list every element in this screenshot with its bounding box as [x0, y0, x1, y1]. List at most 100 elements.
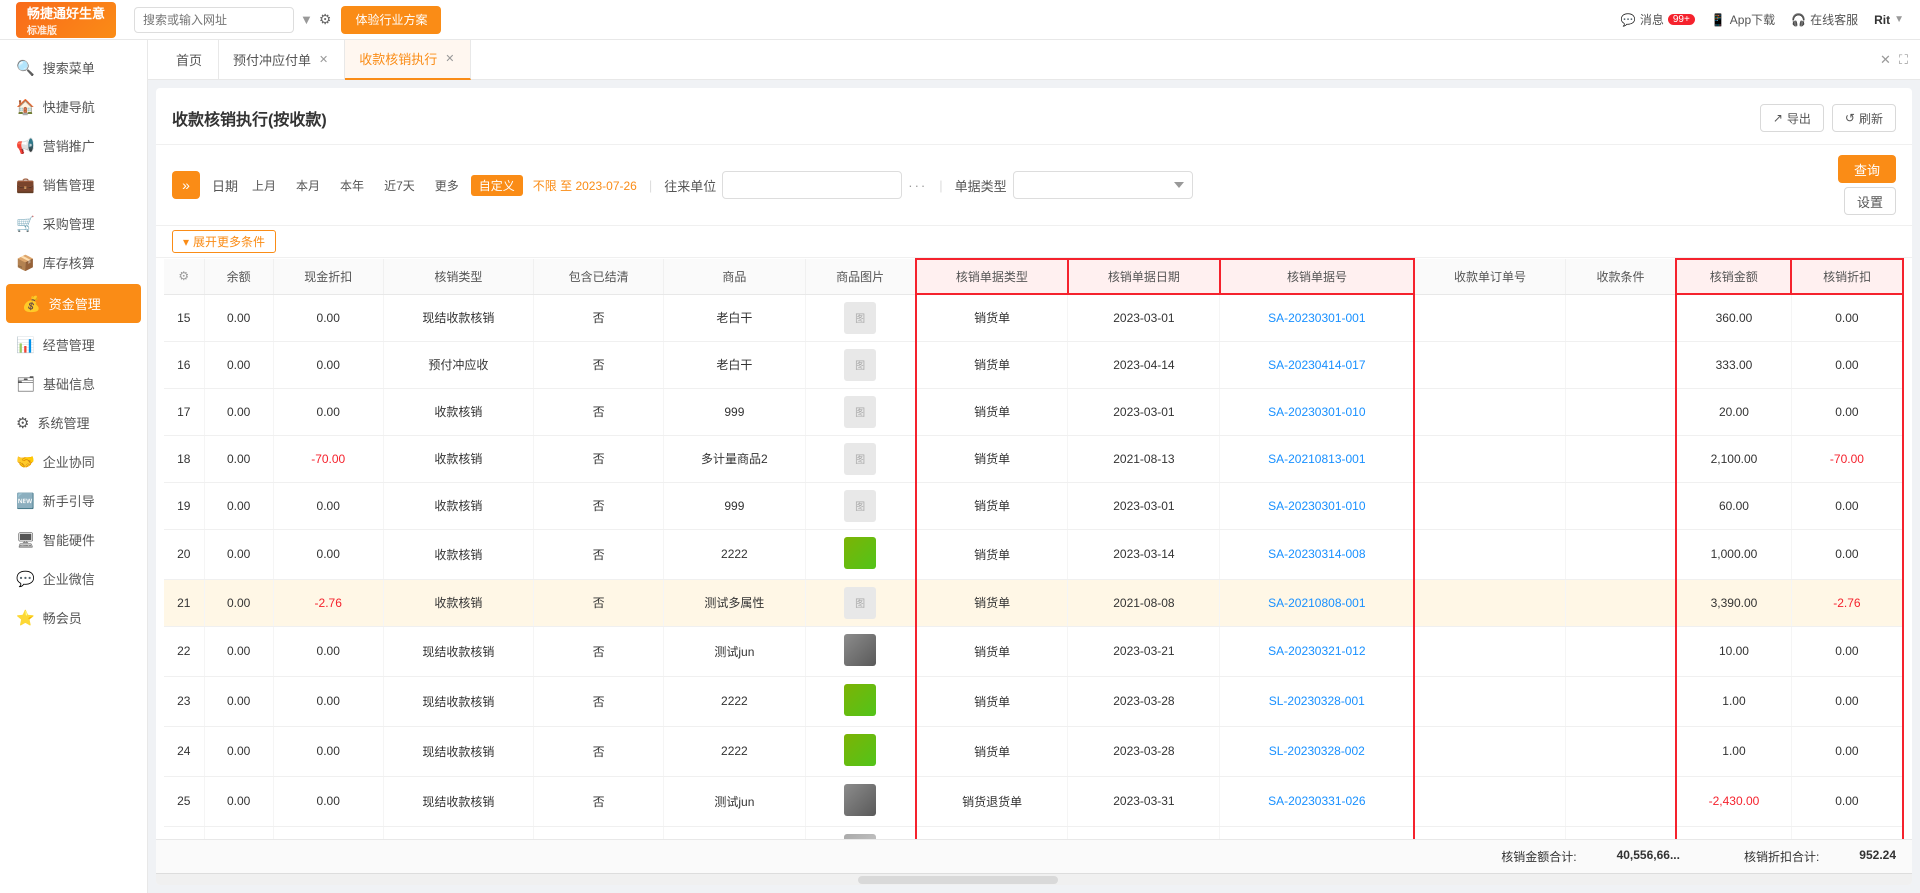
sidebar-item-system[interactable]: ⚙ 系统管理	[0, 403, 147, 442]
refresh-btn[interactable]: ↺ 刷新	[1832, 104, 1896, 132]
col-header-writeoff-discount: 核销折扣	[1791, 259, 1903, 294]
cell-balance: 0.00	[204, 294, 273, 341]
sidebar-item-purchase[interactable]: 🛒 采购管理	[0, 204, 147, 243]
sidebar-item-hardware[interactable]: 🖥 智能硬件	[0, 520, 147, 559]
online-support-btn[interactable]: 🎧 在线客服	[1791, 11, 1858, 28]
filter-opt-custom[interactable]: 自定义	[471, 175, 523, 196]
top-bar-right: 💬 消息 99+ 📱 App下载 🎧 在线客服 Rit ▼	[1621, 11, 1904, 28]
tab-maximize-icon[interactable]: ⛶	[1899, 52, 1908, 68]
col-header-writeoff-amount: 核销金额	[1676, 259, 1791, 294]
query-btn[interactable]: 查询	[1838, 155, 1896, 183]
sidebar-item-finance[interactable]: 💰 资金管理	[6, 284, 141, 323]
cell-include-settled: 否	[534, 435, 664, 482]
settings-icon[interactable]: ⚙	[319, 11, 332, 28]
message-btn[interactable]: 💬 消息 99+	[1621, 11, 1695, 28]
sidebar-item-quick-nav[interactable]: 🏠 快捷导航	[0, 87, 147, 126]
dropdown-icon[interactable]: ▼	[300, 12, 313, 27]
tab-receipt-writeoff[interactable]: 收款核销执行 ✕	[345, 40, 471, 80]
cell-bill-date: 2022-04-14	[1068, 826, 1220, 839]
filter-counterpart-group: 往来单位 ···	[664, 171, 927, 199]
bill-no-link[interactable]: SA-20210808-001	[1268, 596, 1365, 610]
row-number: 21	[164, 579, 204, 626]
cell-cash-discount: 0.00	[273, 826, 383, 839]
user-menu[interactable]: Rit ▼	[1874, 13, 1904, 27]
bill-no-link[interactable]: SA-20230321-012	[1268, 644, 1365, 658]
filter-opt-7days[interactable]: 近7天	[376, 175, 423, 196]
cell-balance: 0.00	[204, 726, 273, 776]
tab-prepay[interactable]: 预付冲应付单 ✕	[219, 40, 345, 80]
url-bar[interactable]	[134, 7, 294, 33]
filter-opt-this-year[interactable]: 本年	[332, 175, 372, 196]
bill-no-link[interactable]: SA-20230314-008	[1268, 547, 1365, 561]
tab-prepay-close[interactable]: ✕	[317, 51, 330, 68]
filter-date-range: 不限 至 2023-07-26	[533, 177, 637, 194]
cell-writeoff-discount: 0.00	[1791, 726, 1903, 776]
sidebar-item-marketing[interactable]: 📢 营销推广	[0, 126, 147, 165]
bill-no-link[interactable]: SL-20230328-001	[1269, 694, 1365, 708]
row-number: 18	[164, 435, 204, 482]
filter-opt-this-month[interactable]: 本月	[288, 175, 328, 196]
row-number: 24	[164, 726, 204, 776]
cell-product: 测试jun	[664, 776, 805, 826]
sidebar-label-system: 系统管理	[37, 413, 89, 432]
bill-no-link[interactable]: SA-20230331-026	[1268, 794, 1365, 808]
cell-product: 2222	[664, 529, 805, 579]
setting-btn[interactable]: 设置	[1844, 187, 1896, 215]
sidebar-item-search[interactable]: 🔍 搜索菜单	[0, 48, 147, 87]
cell-bill-type: 销货单	[916, 826, 1068, 839]
table-wrapper[interactable]: ⚙ 余额 现金折扣 核销类型 包含已结清 商品 商品图片 核销单据类型 核销单据…	[156, 258, 1912, 839]
filter-opt-more[interactable]: 更多	[427, 175, 467, 196]
sidebar-item-inventory[interactable]: 📦 库存核算	[0, 243, 147, 282]
cell-balance: 0.00	[204, 388, 273, 435]
row-number: 26	[164, 826, 204, 839]
col-header-settings[interactable]: ⚙	[164, 259, 204, 294]
tab-home[interactable]: 首页	[160, 40, 219, 80]
filter-bill-type-select[interactable]	[1013, 171, 1193, 199]
cell-writeoff-amount: 20.00	[1676, 388, 1791, 435]
bill-no-link[interactable]: SL-20230328-002	[1269, 744, 1365, 758]
cell-cash-discount: 0.00	[273, 676, 383, 726]
sidebar-item-basic[interactable]: 🗂 基础信息	[0, 364, 147, 403]
cell-cash-discount: 0.00	[273, 529, 383, 579]
notification-badge: 99+	[1668, 14, 1695, 25]
sidebar-item-member[interactable]: ⭐ 畅会员	[0, 598, 147, 637]
cell-bill-date: 2023-03-28	[1068, 676, 1220, 726]
expand-down-icon: ▾	[183, 235, 189, 249]
bill-no-link[interactable]: SA-20210813-001	[1268, 452, 1365, 466]
table-body: 150.000.00现结收款核销否老白干图销货单2023-03-01SA-202…	[164, 294, 1903, 839]
filter-counterpart-input[interactable]	[722, 171, 902, 199]
export-btn[interactable]: ↗ 导出	[1760, 104, 1824, 132]
cell-bill-date: 2021-08-13	[1068, 435, 1220, 482]
industry-solution-btn[interactable]: 体验行业方案	[341, 6, 441, 34]
bill-no-link[interactable]: SA-20230301-001	[1268, 311, 1365, 325]
cell-include-settled: 否	[534, 294, 664, 341]
column-settings-icon[interactable]: ⚙	[178, 269, 189, 283]
bill-no-link[interactable]: SA-20230301-010	[1268, 499, 1365, 513]
bill-no-link[interactable]: SA-20230414-017	[1268, 358, 1365, 372]
filter-opt-last-month[interactable]: 上月	[244, 175, 284, 196]
bill-no-link[interactable]: SA-20230301-010	[1268, 405, 1365, 419]
horizontal-scrollbar[interactable]	[156, 873, 1912, 885]
cell-bill-no: SA-20230331-026	[1220, 776, 1414, 826]
scrollbar-thumb[interactable]	[858, 876, 1058, 884]
filter-counterpart-dots[interactable]: ···	[908, 178, 927, 193]
marketing-icon: 📢	[16, 137, 35, 155]
tab-close-all-icon[interactable]: ✕	[1880, 52, 1891, 68]
sidebar-item-wechat[interactable]: 💬 企业微信	[0, 559, 147, 598]
tab-receipt-writeoff-close[interactable]: ✕	[443, 50, 456, 67]
sidebar-item-corp[interactable]: 🤝 企业协同	[0, 442, 147, 481]
footer-discount-value: 952.24	[1859, 848, 1896, 865]
filter-toggle-btn[interactable]: »	[172, 171, 200, 199]
tab-controls: ✕ ⛶	[1880, 52, 1908, 68]
sidebar-label-hardware: 智能硬件	[43, 530, 95, 549]
sidebar-label-management: 经营管理	[43, 335, 95, 354]
sales-icon: 💼	[16, 176, 35, 194]
sidebar-item-sales[interactable]: 💼 销售管理	[0, 165, 147, 204]
cell-include-settled: 否	[534, 482, 664, 529]
sidebar-item-guide[interactable]: 🆕 新手引导	[0, 481, 147, 520]
table-header-row: ⚙ 余额 现金折扣 核销类型 包含已结清 商品 商品图片 核销单据类型 核销单据…	[164, 259, 1903, 294]
app-download-btn[interactable]: 📱 App下载	[1711, 11, 1775, 28]
table-row: 190.000.00收款核销否999图销货单2023-03-01SA-20230…	[164, 482, 1903, 529]
sidebar-item-management[interactable]: 📊 经营管理	[0, 325, 147, 364]
expand-conditions-btn[interactable]: ▾ 展开更多条件	[172, 230, 276, 253]
